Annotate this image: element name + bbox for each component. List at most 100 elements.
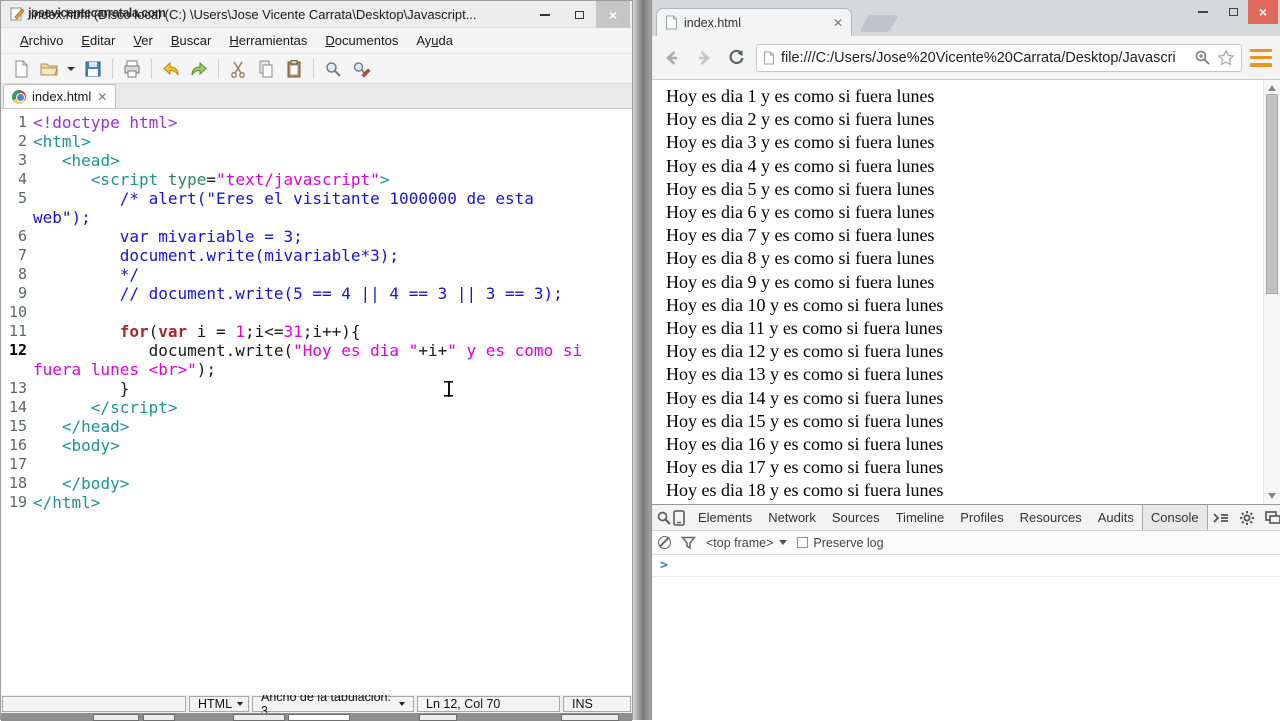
menu-ayuda[interactable]: Ayuda — [407, 29, 462, 52]
browser-maximize-button[interactable] — [1218, 0, 1248, 24]
device-mode-button[interactable] — [672, 505, 686, 530]
console-output-area[interactable]: > — [652, 555, 1280, 719]
find-replace-button[interactable] — [347, 56, 375, 82]
open-file-dropdown[interactable] — [63, 56, 79, 82]
browser-tab-title: index.html — [684, 15, 741, 30]
menu-herramientas[interactable]: Herramientas — [220, 29, 316, 52]
editor-tab-index-html[interactable]: index.html ✕ — [3, 84, 117, 108]
save-file-button[interactable] — [79, 56, 107, 82]
undo-button[interactable] — [157, 56, 185, 82]
line-number: 15 — [8, 417, 27, 435]
language-selector[interactable]: HTML — [189, 696, 249, 712]
cut-button[interactable] — [224, 56, 252, 82]
devtools-panel: Elements Network Sources Timeline Profiles Re… — [652, 504, 1280, 720]
devtools-tab-console[interactable]: Console — [1141, 505, 1208, 530]
tab-close-icon[interactable]: ✕ — [833, 17, 843, 29]
new-tab-button[interactable] — [859, 15, 899, 32]
browser-close-button[interactable]: × — [1248, 0, 1278, 24]
code-line-12: 12 document.write("Hoy es dia "+i+" y es… — [1, 341, 632, 379]
paste-button[interactable] — [280, 56, 308, 82]
devtools-tab-timeline[interactable]: Timeline — [888, 505, 953, 530]
frame-selector[interactable]: <top frame> — [706, 536, 788, 550]
chevron-down-icon — [67, 66, 75, 71]
copy-button[interactable] — [252, 56, 280, 82]
scrollbar[interactable] — [1263, 80, 1280, 504]
preserve-log-toggle[interactable]: Preserve log — [797, 536, 884, 550]
zoom-icon[interactable] — [1194, 49, 1211, 66]
editor-maximize-button[interactable] — [562, 1, 596, 28]
filter-funnel-icon[interactable] — [681, 536, 696, 550]
new-file-button[interactable] — [7, 56, 35, 82]
browser-minimize-button[interactable] — [1188, 0, 1218, 24]
redo-button[interactable] — [185, 56, 213, 82]
print-button[interactable] — [118, 56, 146, 82]
address-bar[interactable]: file:///C:/Users/Jose%20Vicente%20Carrat… — [756, 43, 1242, 72]
console-drawer-button[interactable] — [1208, 505, 1234, 530]
line-number: 7 — [17, 246, 27, 264]
paste-clipboard-icon — [287, 59, 301, 77]
output-line: Hoy es dia 11 y es como si fuera lunes — [666, 318, 943, 339]
output-line: Hoy es dia 12 y es como si fuera lunes — [666, 341, 944, 362]
preserve-log-checkbox[interactable] — [797, 537, 809, 548]
code-line-18: 18 </body> — [1, 474, 632, 493]
new-file-icon — [15, 60, 28, 77]
url-text[interactable]: file:///C:/Users/Jose%20Vicente%20Carrat… — [781, 50, 1188, 66]
tab-width-selector[interactable]: Ancho de la tabulación: 3 — [252, 690, 414, 718]
devtools-settings-button[interactable] — [1234, 505, 1260, 530]
chrome-menu-button[interactable] — [1250, 48, 1272, 67]
devtools-tab-sources[interactable]: Sources — [824, 505, 888, 530]
output-line: Hoy es dia 7 y es como si fuera lunes — [666, 225, 935, 246]
editor-minimize-button[interactable] — [528, 1, 562, 28]
output-line: Hoy es dia 18 y es como si fuera lunes — [666, 480, 944, 501]
browser-viewport: Hoy es dia 1 y es como si fuera lunes Hoy… — [652, 80, 1280, 504]
bookmark-star-icon[interactable] — [1217, 48, 1235, 67]
find-button[interactable] — [319, 56, 347, 82]
device-phone-icon — [673, 509, 685, 526]
devtools-tab-network[interactable]: Network — [760, 505, 824, 530]
console-prompt-row[interactable]: > — [652, 555, 1280, 577]
tab-close-icon[interactable]: ✕ — [97, 91, 107, 103]
open-file-button[interactable] — [35, 56, 63, 82]
gear-icon — [1239, 510, 1254, 525]
menu-bar-icon — [1250, 48, 1272, 52]
devtools-tab-audits[interactable]: Audits — [1090, 505, 1142, 530]
scroll-down-arrow[interactable] — [1268, 493, 1276, 499]
console-drawer-icon — [1212, 512, 1228, 523]
output-line: Hoy es dia 4 y es como si fuera lunes — [666, 155, 935, 176]
close-icon: × — [608, 6, 618, 23]
browser-navigation-bar: file:///C:/Users/Jose%20Vicente%20Carrat… — [652, 36, 1280, 80]
forward-button[interactable] — [692, 46, 716, 70]
line-number: 14 — [8, 398, 27, 416]
line-number: 9 — [17, 284, 27, 302]
editor-titlebar[interactable]: index.html (Disco local (C:) \Users\Jose… — [1, 1, 632, 28]
menu-ver[interactable]: Ver — [124, 29, 162, 52]
line-number: 12 — [8, 341, 27, 359]
inspect-element-button[interactable] — [656, 505, 672, 530]
editor-tab-label: index.html — [32, 89, 92, 104]
reload-button[interactable] — [724, 46, 748, 70]
scroll-up-arrow[interactable] — [1268, 85, 1276, 91]
devtools-tab-resources[interactable]: Resources — [1012, 505, 1090, 530]
code-line-6: 6 var mivariable = 3; — [1, 227, 632, 246]
output-line: Hoy es dia 3 y es como si fuera lunes — [666, 132, 935, 153]
editor-tab-bar: index.html ✕ — [1, 84, 632, 109]
menu-buscar[interactable]: Buscar — [162, 29, 220, 52]
editor-close-button[interactable]: × — [596, 1, 630, 28]
browser-tab-index-html[interactable]: index.html ✕ — [656, 8, 852, 36]
clear-console-icon[interactable] — [658, 536, 671, 549]
menu-documentos[interactable]: Documentos — [316, 29, 407, 52]
code-line-17: 17 — [1, 455, 632, 474]
forward-arrow-icon — [699, 50, 710, 65]
devtools-tab-elements[interactable]: Elements — [690, 505, 760, 530]
devtools-tab-profiles[interactable]: Profiles — [952, 505, 1011, 530]
back-button[interactable] — [660, 46, 684, 70]
ibeam-mouse-cursor — [444, 381, 453, 397]
code-editor-area[interactable]: 1 <!doctype html> 2 <html> 3 <head> 4 <script… — [1, 109, 632, 695]
menu-editar[interactable]: Editar — [72, 29, 124, 52]
code-line-8: 8 */ — [1, 265, 632, 284]
print-icon — [124, 60, 140, 77]
menu-archivo[interactable]: Archivo — [11, 29, 72, 52]
scroll-thumb[interactable] — [1266, 94, 1278, 294]
editor-menu-bar: Archivo Editar Ver Buscar Herramientas Docume… — [1, 28, 632, 54]
dock-side-button[interactable] — [1260, 505, 1280, 530]
